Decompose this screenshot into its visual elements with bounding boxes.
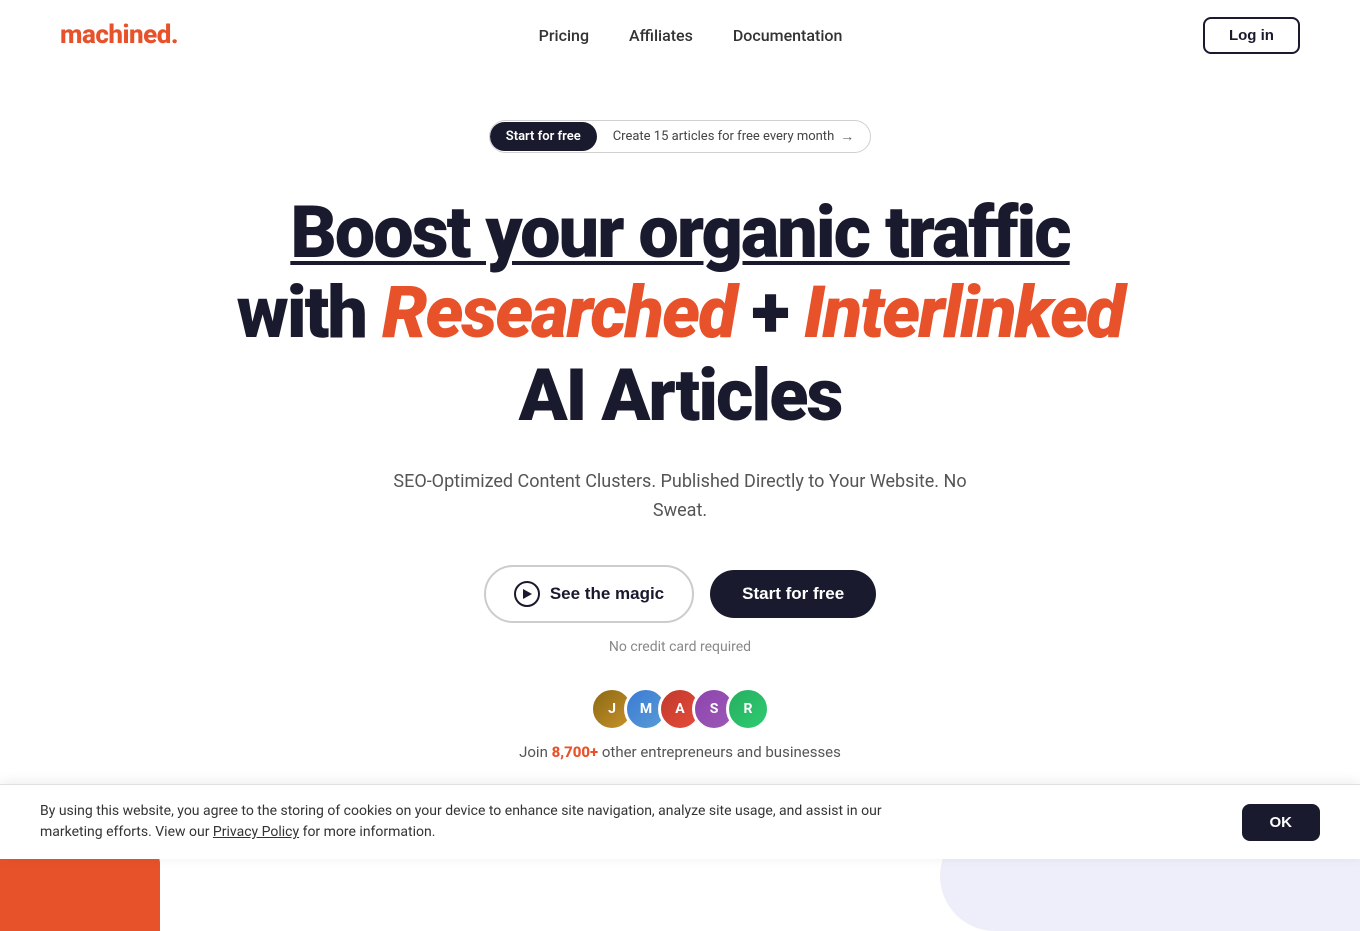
start-free-button[interactable]: Start for free — [710, 570, 876, 618]
badge-arrow-icon: → — [840, 128, 854, 145]
social-proof: J M A S R Join 8,700+ other entrepreneur… — [40, 687, 1320, 761]
join-count: 8,700+ — [552, 743, 599, 761]
badge-start-free: Start for free — [490, 122, 597, 151]
cookie-text: By using this website, you agree to the … — [40, 801, 940, 843]
badge-description: Create 15 articles for free every month … — [597, 121, 871, 152]
privacy-policy-link[interactable]: Privacy Policy — [213, 824, 299, 840]
cookie-text-pre: By using this website, you agree to the … — [40, 803, 882, 840]
headline-line2: with Researched + Interlinked — [40, 272, 1320, 355]
login-button[interactable]: Log in — [1203, 17, 1300, 54]
see-magic-label: See the magic — [550, 584, 664, 604]
headline-underline: Boost your organic traffic — [290, 190, 1069, 275]
avatar-group: J M A S R — [590, 687, 770, 731]
nav-documentation[interactable]: Documentation — [733, 26, 843, 45]
join-pre: Join — [519, 743, 551, 761]
avatar-5: R — [726, 687, 770, 731]
play-triangle-icon — [523, 589, 532, 599]
cookie-banner: By using this website, you agree to the … — [0, 784, 1360, 859]
play-icon — [514, 581, 540, 607]
top-badge[interactable]: Start for free Create 15 articles for fr… — [489, 120, 871, 153]
cookie-text-post: for more information. — [299, 824, 435, 840]
no-credit-text: No credit card required — [40, 639, 1320, 655]
nav-links: Pricing Affiliates Documentation — [539, 26, 843, 45]
join-text: Join 8,700+ other entrepreneurs and busi… — [519, 743, 841, 761]
logo[interactable]: machined. — [60, 20, 178, 50]
cta-row: See the magic Start for free — [40, 565, 1320, 623]
brand-dot: . — [171, 20, 178, 50]
headline-plus: + — [735, 270, 803, 355]
headline-line1: Boost your organic traffic — [40, 193, 1320, 272]
hero-subtext: SEO-Optimized Content Clusters. Publishe… — [390, 468, 970, 526]
cookie-ok-button[interactable]: OK — [1242, 804, 1321, 841]
headline-interlinked: Interlinked — [804, 270, 1124, 355]
headline-ai-articles: AI Articles — [519, 353, 842, 438]
nav-affiliates[interactable]: Affiliates — [629, 26, 693, 45]
join-post: other entrepreneurs and businesses — [598, 743, 841, 761]
headline-line3: AI Articles — [40, 355, 1320, 438]
bottom-left-bar — [0, 851, 160, 931]
headline-with: with — [237, 270, 382, 355]
see-magic-button[interactable]: See the magic — [484, 565, 694, 623]
nav-pricing[interactable]: Pricing — [539, 26, 589, 45]
hero-section: Start for free Create 15 articles for fr… — [0, 70, 1360, 801]
headline-researched: Researched — [382, 270, 736, 355]
navbar: machined. Pricing Affiliates Documentati… — [0, 0, 1360, 70]
brand-name: machined — [60, 20, 171, 50]
